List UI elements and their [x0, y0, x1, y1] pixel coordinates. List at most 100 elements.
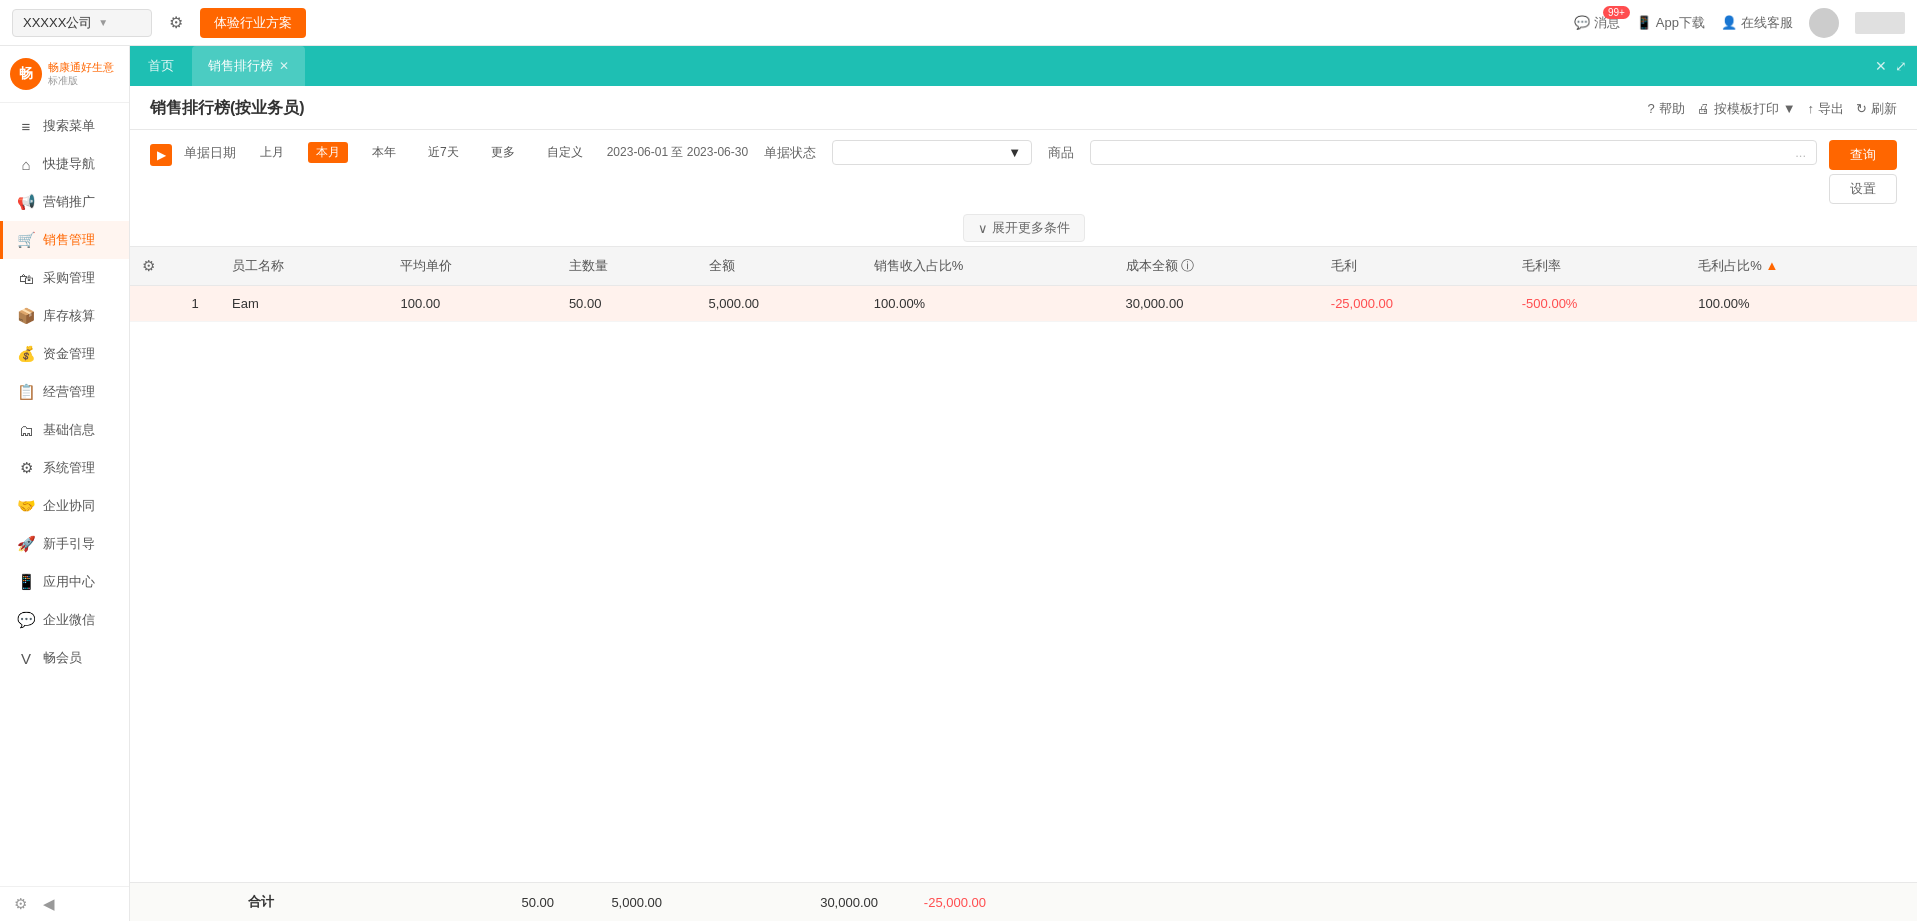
- sidebar-icon-enterprise: 🤝: [17, 497, 35, 515]
- message-icon: 💬: [1574, 15, 1590, 30]
- maximize-icon[interactable]: ⤢: [1895, 58, 1907, 74]
- sidebar-icon-search-orders: ≡: [17, 118, 35, 135]
- sidebar-item-operations[interactable]: 📋 经营管理: [0, 373, 129, 411]
- sidebar-bottom: ⚙ ◀: [0, 886, 129, 921]
- trial-button[interactable]: 体验行业方案: [200, 8, 306, 38]
- main-area: 畅 畅康通好生意 标准版 ≡ 搜索菜单 ⌂ 快捷导航 📢 营销推广 🛒 销售管理…: [0, 46, 1917, 921]
- table-header: ⚙ 员工名称 平均单价 主数量 全额 销售收入占比% 成本全额 ⓘ: [130, 247, 1917, 286]
- refresh-btn[interactable]: ↻ 刷新: [1856, 100, 1897, 118]
- sidebar-item-marketing[interactable]: 📢 营销推广: [0, 183, 129, 221]
- app-download-label: App下载: [1656, 14, 1705, 32]
- row-employee: Eam: [220, 286, 388, 322]
- sidebar-item-search-orders[interactable]: ≡ 搜索菜单: [0, 107, 129, 145]
- settings-bottom-icon[interactable]: ⚙: [14, 895, 27, 913]
- sidebar-item-purchase-mgmt[interactable]: 🛍 采购管理: [0, 259, 129, 297]
- print-btn[interactable]: 🖨 按模板打印 ▼: [1697, 100, 1796, 118]
- message-badge: 99+: [1603, 6, 1630, 19]
- sidebar-label-app-center: 应用中心: [43, 573, 95, 591]
- date-option-7days[interactable]: 近7天: [420, 142, 467, 163]
- help-btn[interactable]: ? 帮助: [1647, 100, 1684, 118]
- sidebar-item-sys-mgmt[interactable]: ⚙ 系统管理: [0, 449, 129, 487]
- row-sales-pct: 100.00%: [862, 286, 1114, 322]
- settings-button[interactable]: 设置: [1829, 174, 1897, 204]
- status-dropdown-icon: ▼: [1008, 145, 1021, 160]
- message-btn[interactable]: 💬 消息 99+: [1574, 14, 1620, 32]
- sidebar-icon-purchase-mgmt: 🛍: [17, 270, 35, 287]
- header-row: ⚙ 员工名称 平均单价 主数量 全额 销售收入占比% 成本全额 ⓘ: [130, 247, 1917, 286]
- column-settings-icon[interactable]: ⚙: [142, 257, 155, 274]
- sidebar-item-guide[interactable]: 🚀 新手引导: [0, 525, 129, 563]
- date-option-last-month[interactable]: 上月: [252, 142, 292, 163]
- avatar-placeholder: [1855, 12, 1905, 34]
- filter-main-row: ▶ 单据日期 上月 本月 本年 近7天 更多: [150, 140, 1897, 204]
- export-icon: ↑: [1808, 101, 1815, 116]
- expand-more-btn[interactable]: ∨ 展开更多条件: [963, 214, 1085, 242]
- sidebar-label-purchase-mgmt: 采购管理: [43, 269, 95, 287]
- company-selector[interactable]: XXXXX公司 ▼: [12, 9, 152, 37]
- sidebar-item-base-info[interactable]: 🗂 基础信息: [0, 411, 129, 449]
- th-settings[interactable]: ⚙: [130, 247, 170, 286]
- sidebar-icon-marketing: 📢: [17, 193, 35, 211]
- filter-row-1: 单据日期 上月 本月 本年 近7天 更多 自定义 2023-06-01 至 20…: [184, 140, 1817, 165]
- date-option-custom[interactable]: 自定义: [539, 142, 591, 163]
- close-window-icon[interactable]: ✕: [1875, 58, 1887, 74]
- table-body: 1 Eam 100.00 50.00 5,000.00 100.00% 30,0…: [130, 286, 1917, 322]
- sidebar-icon-sales-mgmt: 🛒: [17, 231, 35, 249]
- tab-home[interactable]: 首页: [130, 46, 192, 86]
- footer-cost: 30,000.00: [778, 895, 878, 910]
- online-service-btn[interactable]: 👤 在线客服: [1721, 14, 1793, 32]
- print-dropdown-icon[interactable]: ▼: [1783, 101, 1796, 116]
- sidebar-icon-quick-nav: ⌂: [17, 156, 35, 173]
- sidebar-item-finance[interactable]: 💰 资金管理: [0, 335, 129, 373]
- cost-info-icon[interactable]: ⓘ: [1181, 258, 1194, 273]
- goods-input[interactable]: ...: [1090, 140, 1817, 165]
- row-avg-price: 100.00: [388, 286, 556, 322]
- sidebar-item-inventory[interactable]: 📦 库存核算: [0, 297, 129, 335]
- sidebar-icon-base-info: 🗂: [17, 422, 35, 439]
- query-button[interactable]: 查询: [1829, 140, 1897, 170]
- sidebar-icon-inventory: 📦: [17, 307, 35, 325]
- date-option-this-month[interactable]: 本月: [308, 142, 348, 163]
- logo-icon: 畅: [10, 58, 42, 90]
- sidebar-items: ≡ 搜索菜单 ⌂ 快捷导航 📢 营销推广 🛒 销售管理 🛍 采购管理 📦 库存核…: [0, 103, 129, 886]
- goods-label: 商品: [1048, 144, 1074, 162]
- filter-expand-arrow[interactable]: ▶: [150, 140, 172, 166]
- sidebar-label-enterprise: 企业协同: [43, 497, 95, 515]
- sidebar-item-app-center[interactable]: 📱 应用中心: [0, 563, 129, 601]
- avatar[interactable]: [1809, 8, 1839, 38]
- expand-label: 展开更多条件: [992, 219, 1070, 237]
- status-select[interactable]: ▼: [832, 140, 1032, 165]
- sidebar-icon-finance: 💰: [17, 345, 35, 363]
- sidebar-label-inventory: 库存核算: [43, 307, 95, 325]
- logo-main-text: 畅康通好生意: [48, 60, 114, 74]
- collapse-icon[interactable]: ◀: [43, 895, 55, 913]
- export-btn[interactable]: ↑ 导出: [1808, 100, 1845, 118]
- service-icon: 👤: [1721, 15, 1737, 30]
- sidebar-label-finance: 资金管理: [43, 345, 95, 363]
- tab-close-icon[interactable]: ✕: [279, 59, 289, 73]
- date-option-more[interactable]: 更多: [483, 142, 523, 163]
- chevron-down-icon: ▼: [98, 17, 108, 28]
- row-gross-pct: 100.00%: [1686, 286, 1917, 322]
- sidebar-label-quick-nav: 快捷导航: [43, 155, 95, 173]
- date-option-this-year[interactable]: 本年: [364, 142, 404, 163]
- sidebar-item-wechat[interactable]: 💬 企业微信: [0, 601, 129, 639]
- sidebar-item-quick-nav[interactable]: ⌂ 快捷导航: [0, 145, 129, 183]
- sidebar-label-member: 畅会员: [43, 649, 82, 667]
- app-download-btn[interactable]: 📱 App下载: [1636, 14, 1705, 32]
- tab-sales-ranking[interactable]: 销售排行榜 ✕: [192, 46, 305, 86]
- gross-pct-icon[interactable]: ▲: [1766, 258, 1779, 273]
- filter-toggle-btn[interactable]: ▶: [150, 144, 172, 166]
- row-cost: 30,000.00: [1114, 286, 1319, 322]
- refresh-icon: ↻: [1856, 101, 1867, 116]
- sidebar-item-sales-mgmt[interactable]: 🛒 销售管理: [0, 221, 129, 259]
- page-content: 销售排行榜(按业务员) ? 帮助 🖨 按模板打印 ▼ ↑: [130, 86, 1917, 921]
- sidebar-label-operations: 经营管理: [43, 383, 95, 401]
- top-bar: XXXXX公司 ▼ ⚙ 体验行业方案 💬 消息 99+ 📱 App下载 👤 在线…: [0, 0, 1917, 46]
- sidebar-item-member[interactable]: V 畅会员: [0, 639, 129, 677]
- filter-section: ▶ 单据日期 上月 本月 本年 近7天 更多: [130, 130, 1917, 247]
- settings-icon-btn[interactable]: ⚙: [162, 9, 190, 37]
- sidebar-item-enterprise[interactable]: 🤝 企业协同: [0, 487, 129, 525]
- table-row[interactable]: 1 Eam 100.00 50.00 5,000.00 100.00% 30,0…: [130, 286, 1917, 322]
- print-icon: 🖨: [1697, 101, 1710, 116]
